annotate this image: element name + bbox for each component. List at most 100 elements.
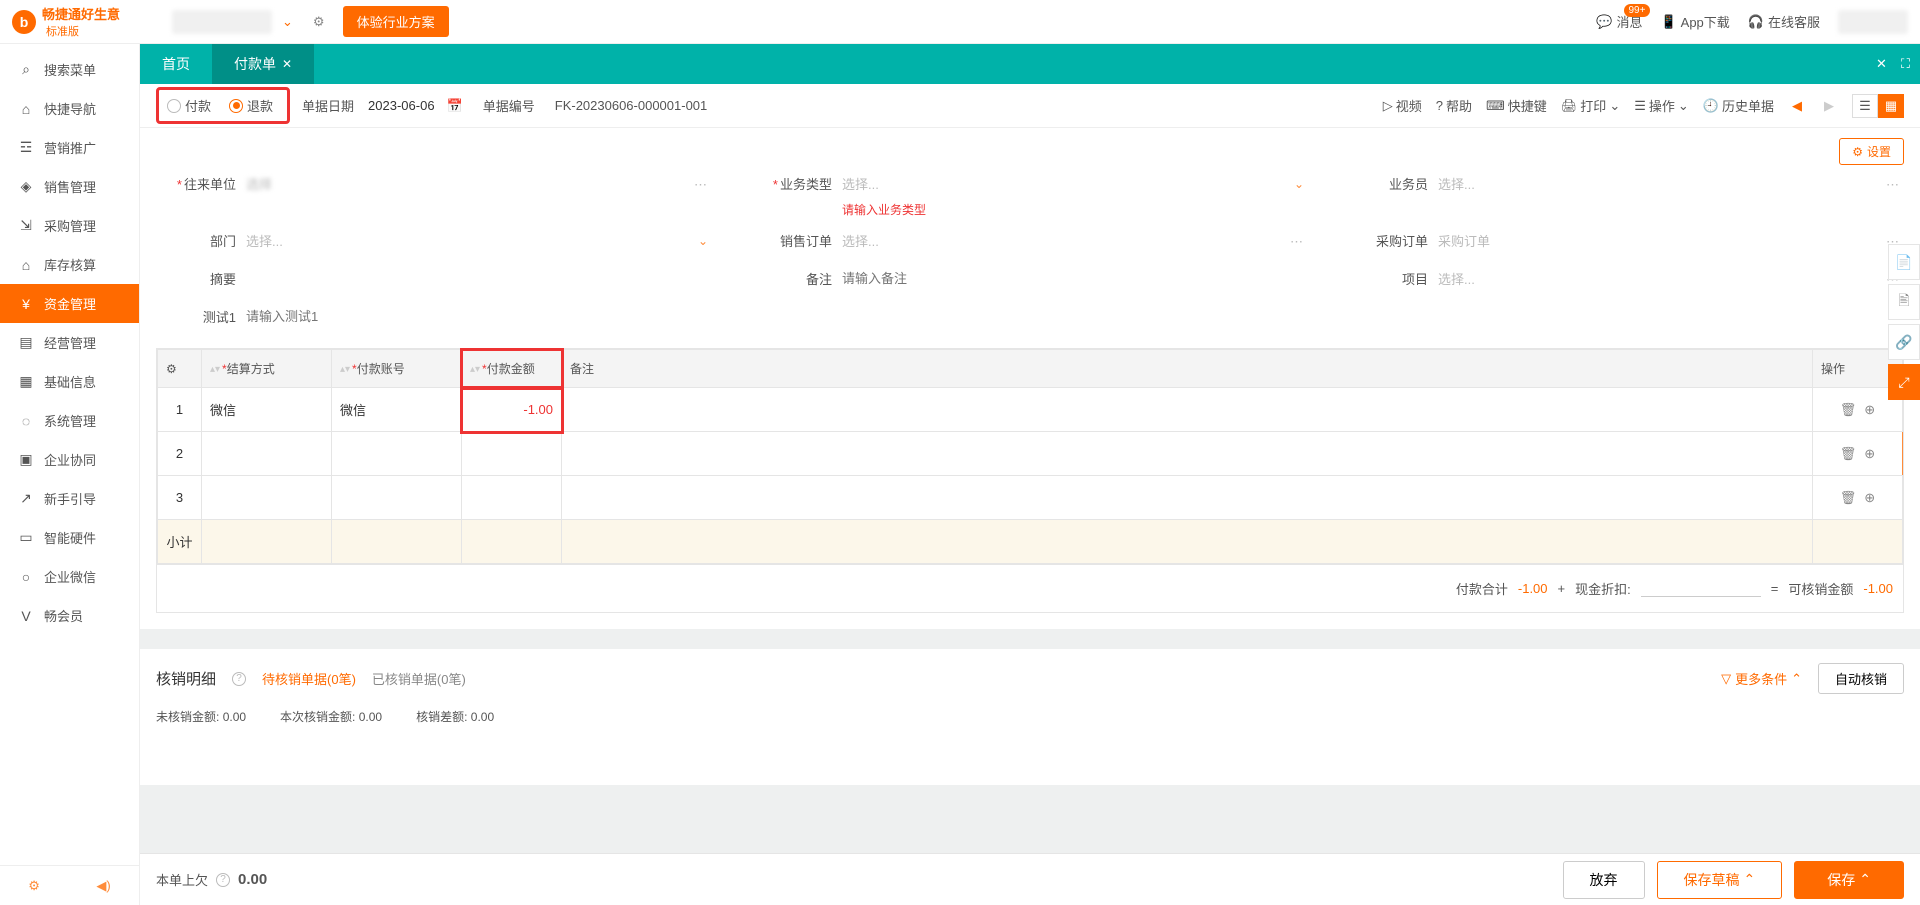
verify-section: 核销明细 ? 待核销单据(0笔) 已核销单据(0笔) ▽ 更多条件 ⌃ 自动核销: [140, 649, 1920, 785]
next-doc-icon[interactable]: ▶: [1820, 98, 1838, 114]
radio-refund[interactable]: 退款: [221, 94, 281, 117]
sidebar-item-smart-hardware[interactable]: ▭智能硬件: [0, 518, 139, 557]
radio-payment[interactable]: 付款: [159, 94, 219, 117]
calendar-icon[interactable]: 📅: [447, 98, 463, 114]
sidebar-item-inventory[interactable]: ⌂库存核算: [0, 245, 139, 284]
cell-method[interactable]: 微信: [202, 388, 332, 432]
member-icon: V: [18, 608, 34, 624]
delete-row-icon[interactable]: 🗑: [1840, 490, 1857, 505]
row-index: 3: [158, 476, 202, 520]
tab-fullscreen-icon[interactable]: ⛶: [1901, 56, 1910, 72]
more-icon: ⋯: [1290, 234, 1304, 250]
th-settings[interactable]: ⚙: [158, 350, 202, 388]
cash-discount-input[interactable]: [1641, 581, 1761, 597]
th-payment-account[interactable]: ▴▾*付款账号: [332, 350, 462, 388]
tab-payment-doc[interactable]: 付款单 ✕: [212, 44, 314, 84]
add-row-icon[interactable]: ⊕: [1864, 490, 1875, 505]
th-payment-amount[interactable]: ▴▾*付款金额: [462, 350, 562, 388]
done-verify-tab[interactable]: 已核销单据(0笔): [372, 669, 466, 688]
guide-icon: ↗: [18, 490, 34, 507]
messages-link[interactable]: 💬 消息 99+: [1596, 12, 1642, 31]
form-settings-button[interactable]: ⚙设置: [1839, 138, 1904, 165]
experience-solution-button[interactable]: 体验行业方案: [343, 6, 449, 37]
sidebar-item-system[interactable]: ◌系统管理: [0, 401, 139, 440]
pending-verify-tab[interactable]: 待核销单据(0笔): [262, 669, 356, 688]
print-dropdown[interactable]: 🖨 打印 ⌄: [1561, 96, 1620, 115]
sidebar-item-finance[interactable]: ¥资金管理: [0, 284, 139, 323]
tab-home[interactable]: 首页: [140, 44, 212, 84]
cell-remark[interactable]: [562, 432, 1813, 476]
table-row: 3 🗑 ⊕: [158, 476, 1903, 520]
help-link[interactable]: ? 帮助: [1436, 96, 1472, 115]
save-draft-button[interactable]: 保存草稿⌃: [1657, 861, 1783, 899]
cell-amount[interactable]: [462, 432, 562, 476]
table-row: 1 微信 微信 -1.00 🗑⊕: [158, 388, 1903, 432]
auto-verify-button[interactable]: 自动核销: [1818, 663, 1904, 694]
help-icon[interactable]: ?: [232, 672, 246, 686]
test1-input[interactable]: [246, 304, 712, 331]
online-service-link[interactable]: 🎧 在线客服: [1748, 12, 1820, 31]
sidebar-item-business[interactable]: ▤经营管理: [0, 323, 139, 362]
sidebar-item-enterprise-collab[interactable]: ▣企业协同: [0, 440, 139, 479]
sidebar-item-wecom[interactable]: ○企业微信: [0, 557, 139, 596]
tab-close-icon[interactable]: ✕: [282, 57, 292, 71]
view-detail-icon[interactable]: ▦: [1878, 94, 1904, 118]
purchase-order-select[interactable]: 采购订单 ⋯: [1438, 228, 1904, 256]
sidebar-item-marketing[interactable]: ☲营销推广: [0, 128, 139, 167]
prev-doc-icon[interactable]: ◀: [1788, 98, 1806, 114]
remark-input[interactable]: [842, 266, 1308, 293]
org-chevron-down-icon[interactable]: ⌄: [282, 14, 293, 30]
view-list-icon[interactable]: ☰: [1852, 94, 1878, 118]
rail-expand-icon[interactable]: ⤢: [1888, 364, 1920, 400]
app-download-link[interactable]: 📱 App下载: [1660, 12, 1729, 31]
sidebar-item-quick-nav[interactable]: ⌂快捷导航: [0, 89, 139, 128]
summary-input[interactable]: [246, 266, 712, 293]
cell-account[interactable]: [332, 476, 462, 520]
rail-note-icon[interactable]: 📄: [1888, 244, 1920, 280]
cell-account[interactable]: 微信: [332, 388, 462, 432]
clerk-select[interactable]: 选择... ⋯: [1438, 171, 1904, 199]
doc-date-value[interactable]: 2023-06-06: [368, 98, 435, 113]
th-remark[interactable]: 备注: [562, 350, 1813, 388]
discard-button[interactable]: 放弃: [1563, 861, 1645, 899]
th-settlement-method[interactable]: ▴▾*结算方式: [202, 350, 332, 388]
rail-doc-icon[interactable]: 🖹: [1888, 284, 1920, 320]
cell-method[interactable]: [202, 476, 332, 520]
sidebar-settings-icon[interactable]: ⚙: [28, 878, 40, 894]
tab-close-all-icon[interactable]: ✕: [1876, 56, 1887, 72]
user-avatar-blur[interactable]: [1838, 10, 1908, 34]
partner-select[interactable]: 选择 ⋯: [246, 171, 712, 199]
sidebar-item-sales[interactable]: ◈销售管理: [0, 167, 139, 206]
add-row-icon[interactable]: ⊕: [1864, 446, 1875, 461]
sidebar-item-purchase[interactable]: ⇲采购管理: [0, 206, 139, 245]
more-conditions-button[interactable]: ▽ 更多条件 ⌃: [1721, 669, 1802, 688]
radio-checked-icon: [229, 99, 243, 113]
sidebar-item-search-menu[interactable]: ⌕搜索菜单: [0, 50, 139, 89]
rail-link-icon[interactable]: 🔗: [1888, 324, 1920, 360]
help-icon[interactable]: ?: [216, 873, 230, 887]
cell-remark[interactable]: [562, 476, 1813, 520]
video-link[interactable]: ▷ 视频: [1383, 96, 1422, 115]
dept-select[interactable]: 选择... ⌄: [246, 228, 712, 256]
cell-amount[interactable]: [462, 476, 562, 520]
project-select[interactable]: 选择... ⋯: [1438, 266, 1904, 294]
delete-row-icon[interactable]: 🗑: [1840, 446, 1857, 461]
add-row-icon[interactable]: ⊕: [1864, 402, 1875, 417]
history-link[interactable]: 🕘 历史单据: [1703, 96, 1774, 115]
operate-dropdown[interactable]: ☰ 操作 ⌄: [1634, 96, 1689, 115]
settings-gear-icon[interactable]: ⚙: [313, 14, 325, 30]
business-type-select[interactable]: 选择... ⌄ 请输入业务类型: [842, 171, 1308, 218]
cell-method[interactable]: [202, 432, 332, 476]
sales-order-select[interactable]: 选择... ⋯: [842, 228, 1308, 256]
cell-remark[interactable]: [562, 388, 1813, 432]
shortcut-link[interactable]: ⌨ 快捷键: [1486, 96, 1547, 115]
sidebar-item-beginner-guide[interactable]: ↗新手引导: [0, 479, 139, 518]
cell-account[interactable]: [332, 432, 462, 476]
cell-amount[interactable]: -1.00: [462, 388, 562, 432]
sidebar-collapse-icon[interactable]: ◀): [96, 878, 110, 894]
sidebar-item-member[interactable]: V畅会员: [0, 596, 139, 635]
sidebar-item-basic-info[interactable]: ▦基础信息: [0, 362, 139, 401]
delete-row-icon[interactable]: 🗑: [1840, 402, 1857, 417]
gear-icon: ⚙: [1852, 145, 1863, 159]
save-button[interactable]: 保存⌃: [1794, 861, 1904, 899]
